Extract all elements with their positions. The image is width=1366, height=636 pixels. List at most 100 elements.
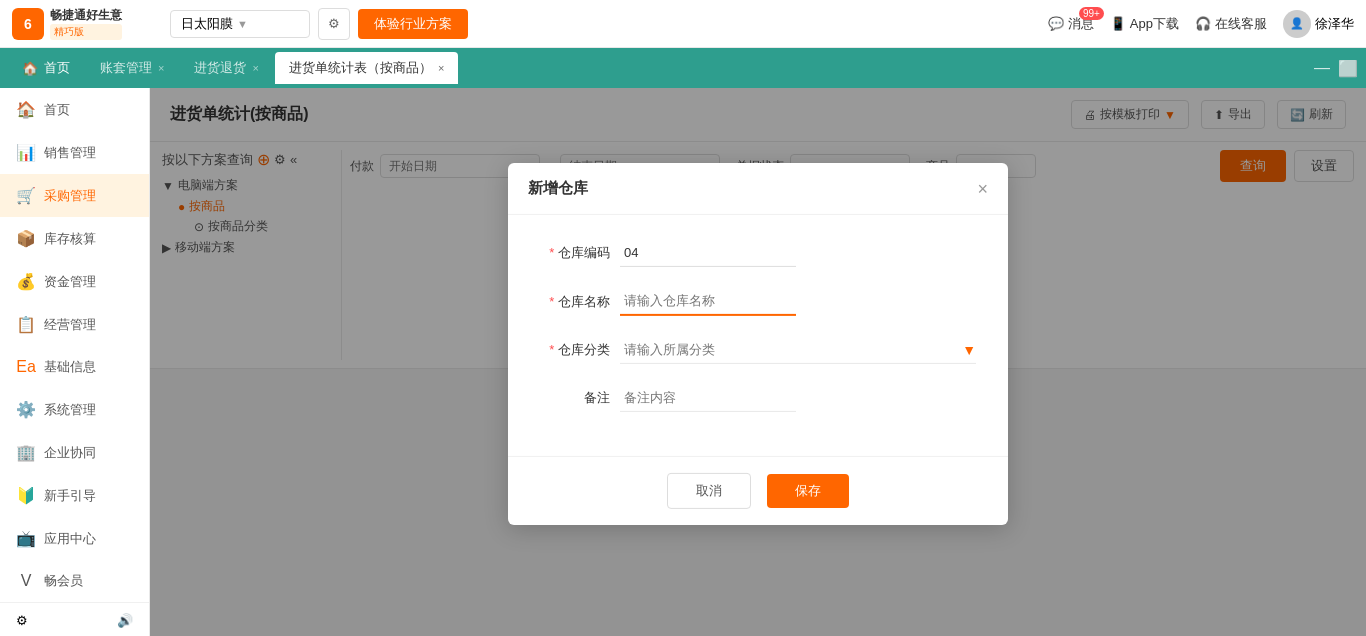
sidebar-item-guide[interactable]: 🔰 新手引导 xyxy=(0,474,149,517)
main-layout: 🏠 首页 📊 销售管理 🛒 采购管理 📦 库存核算 💰 资金管理 📋 经营管理 … xyxy=(0,88,1366,636)
sidebar-guide-label: 新手引导 xyxy=(44,487,96,505)
dialog-title: 新增仓库 xyxy=(528,179,588,198)
sidebar-item-basics[interactable]: Ea 基础信息 xyxy=(0,346,149,388)
code-input[interactable] xyxy=(620,239,796,267)
sidebar-home-label: 首页 xyxy=(44,101,70,119)
system-icon: ⚙️ xyxy=(16,400,36,419)
category-input[interactable] xyxy=(620,336,962,363)
form-row-name: 仓库名称 xyxy=(540,287,976,316)
form-row-remark: 备注 xyxy=(540,384,976,412)
sidebar-item-finance[interactable]: 💰 资金管理 xyxy=(0,260,149,303)
sidebar-item-purchase[interactable]: 🛒 采购管理 xyxy=(0,174,149,217)
top-header: 6 畅捷通好生意 精巧版 日太阳膜 ▼ ⚙ 体验行业方案 💬 消息 99+ 📱 … xyxy=(0,0,1366,48)
tab-home-label: 首页 xyxy=(44,59,70,77)
sidebar-operations-label: 经营管理 xyxy=(44,316,96,334)
username: 徐泽华 xyxy=(1315,15,1354,33)
avatar: 👤 xyxy=(1283,10,1311,38)
window-controls: — ⬜ xyxy=(1314,59,1358,78)
logo-area: 6 畅捷通好生意 精巧版 xyxy=(12,7,162,40)
trial-button[interactable]: 体验行业方案 xyxy=(358,9,468,39)
sidebar-item-enterprise[interactable]: 🏢 企业协同 xyxy=(0,431,149,474)
guide-icon: 🔰 xyxy=(16,486,36,505)
remark-label: 备注 xyxy=(540,389,620,407)
sidebar-vip-label: 畅会员 xyxy=(44,572,83,590)
sidebar-apps-label: 应用中心 xyxy=(44,530,96,548)
sound-icon[interactable]: 🔊 xyxy=(117,613,133,628)
logo-text: 畅捷通好生意 精巧版 xyxy=(50,7,122,40)
enterprise-icon: 🏢 xyxy=(16,443,36,462)
home-icon: 🏠 xyxy=(22,61,38,76)
settings-button[interactable]: ⚙ xyxy=(318,8,350,40)
sidebar-inventory-label: 库存核算 xyxy=(44,230,96,248)
bottom-settings-icon[interactable]: ⚙ xyxy=(16,613,28,628)
app-download-label: App下载 xyxy=(1130,15,1179,33)
code-label: 仓库编码 xyxy=(540,244,620,262)
dialog-new-warehouse: 新增仓库 × 仓库编码 仓库名称 xyxy=(508,163,1008,525)
header-right: 💬 消息 99+ 📱 App下载 🎧 在线客服 👤 徐泽华 xyxy=(1048,10,1354,38)
sales-icon: 📊 xyxy=(16,143,36,162)
tab-purchase-return-close-icon[interactable]: × xyxy=(252,62,258,74)
sidebar-item-vip[interactable]: V 畅会员 xyxy=(0,560,149,602)
sidebar-item-system[interactable]: ⚙️ 系统管理 xyxy=(0,388,149,431)
nav-tabs: 🏠 首页 账套管理 × 进货退货 × 进货单统计表（按商品） × — ⬜ xyxy=(0,48,1366,88)
inventory-icon: 📦 xyxy=(16,229,36,248)
store-selector[interactable]: 日太阳膜 ▼ xyxy=(170,10,310,38)
cancel-button[interactable]: 取消 xyxy=(667,473,751,509)
tab-home[interactable]: 🏠 首页 xyxy=(8,52,84,84)
message-icon: 💬 xyxy=(1048,16,1064,31)
headset-icon: 🎧 xyxy=(1195,16,1211,31)
phone-icon: 📱 xyxy=(1110,16,1126,31)
main-content: 进货单统计(按商品) 🖨 按模板打印 ▼ ⬆ 导出 🔄 刷新 xyxy=(150,88,1366,636)
sidebar-bottom-controls[interactable]: ⚙ 🔊 xyxy=(0,602,149,636)
tab-purchase-return[interactable]: 进货退货 × xyxy=(180,52,272,84)
logo-icon: 6 xyxy=(12,8,44,40)
form-row-code: 仓库编码 xyxy=(540,239,976,267)
tab-purchase-stats-close-icon[interactable]: × xyxy=(438,62,444,74)
tab-purchase-stats-label: 进货单统计表（按商品） xyxy=(289,59,432,77)
sidebar-item-sales[interactable]: 📊 销售管理 xyxy=(0,131,149,174)
tab-purchase-stats[interactable]: 进货单统计表（按商品） × xyxy=(275,52,458,84)
tab-accounts-close-icon[interactable]: × xyxy=(158,62,164,74)
sidebar-item-inventory[interactable]: 📦 库存核算 xyxy=(0,217,149,260)
sidebar-sales-label: 销售管理 xyxy=(44,144,96,162)
online-service-button[interactable]: 🎧 在线客服 xyxy=(1195,15,1267,33)
dialog-header: 新增仓库 × xyxy=(508,163,1008,215)
message-badge: 99+ xyxy=(1079,7,1104,20)
tab-purchase-return-label: 进货退货 xyxy=(194,59,246,77)
code-input-wrapper xyxy=(620,239,976,267)
name-label: 仓库名称 xyxy=(540,292,620,310)
dialog-footer: 取消 保存 xyxy=(508,456,1008,525)
basics-icon: Ea xyxy=(16,358,36,376)
name-input-wrapper xyxy=(620,287,976,316)
sidebar-purchase-label: 采购管理 xyxy=(44,187,96,205)
category-dropdown-icon[interactable]: ▼ xyxy=(962,341,976,357)
app-badge: 精巧版 xyxy=(50,24,122,40)
category-label: 仓库分类 xyxy=(540,341,620,359)
tab-accounts[interactable]: 账套管理 × xyxy=(86,52,178,84)
app-name: 畅捷通好生意 xyxy=(50,7,122,24)
sidebar-enterprise-label: 企业协同 xyxy=(44,444,96,462)
minimize-icon[interactable]: — xyxy=(1314,59,1330,77)
gear-icon: ⚙ xyxy=(328,16,340,31)
remark-input[interactable] xyxy=(620,384,796,412)
save-button[interactable]: 保存 xyxy=(767,474,849,508)
tab-accounts-label: 账套管理 xyxy=(100,59,152,77)
sidebar: 🏠 首页 📊 销售管理 🛒 采购管理 📦 库存核算 💰 资金管理 📋 经营管理 … xyxy=(0,88,150,636)
user-menu[interactable]: 👤 徐泽华 xyxy=(1283,10,1354,38)
message-button[interactable]: 💬 消息 99+ xyxy=(1048,15,1094,33)
remark-input-wrapper xyxy=(620,384,976,412)
online-service-label: 在线客服 xyxy=(1215,15,1267,33)
dialog-close-icon[interactable]: × xyxy=(977,179,988,197)
finance-icon: 💰 xyxy=(16,272,36,291)
operations-icon: 📋 xyxy=(16,315,36,334)
sidebar-item-apps[interactable]: 📺 应用中心 xyxy=(0,517,149,560)
purchase-icon: 🛒 xyxy=(16,186,36,205)
restore-icon[interactable]: ⬜ xyxy=(1338,59,1358,78)
dropdown-arrow-icon: ▼ xyxy=(237,18,248,30)
name-input[interactable] xyxy=(620,287,796,316)
app-download-button[interactable]: 📱 App下载 xyxy=(1110,15,1179,33)
sidebar-item-home[interactable]: 🏠 首页 xyxy=(0,88,149,131)
category-select-wrapper: ▼ xyxy=(620,336,976,364)
sidebar-item-operations[interactable]: 📋 经营管理 xyxy=(0,303,149,346)
home-nav-icon: 🏠 xyxy=(16,100,36,119)
